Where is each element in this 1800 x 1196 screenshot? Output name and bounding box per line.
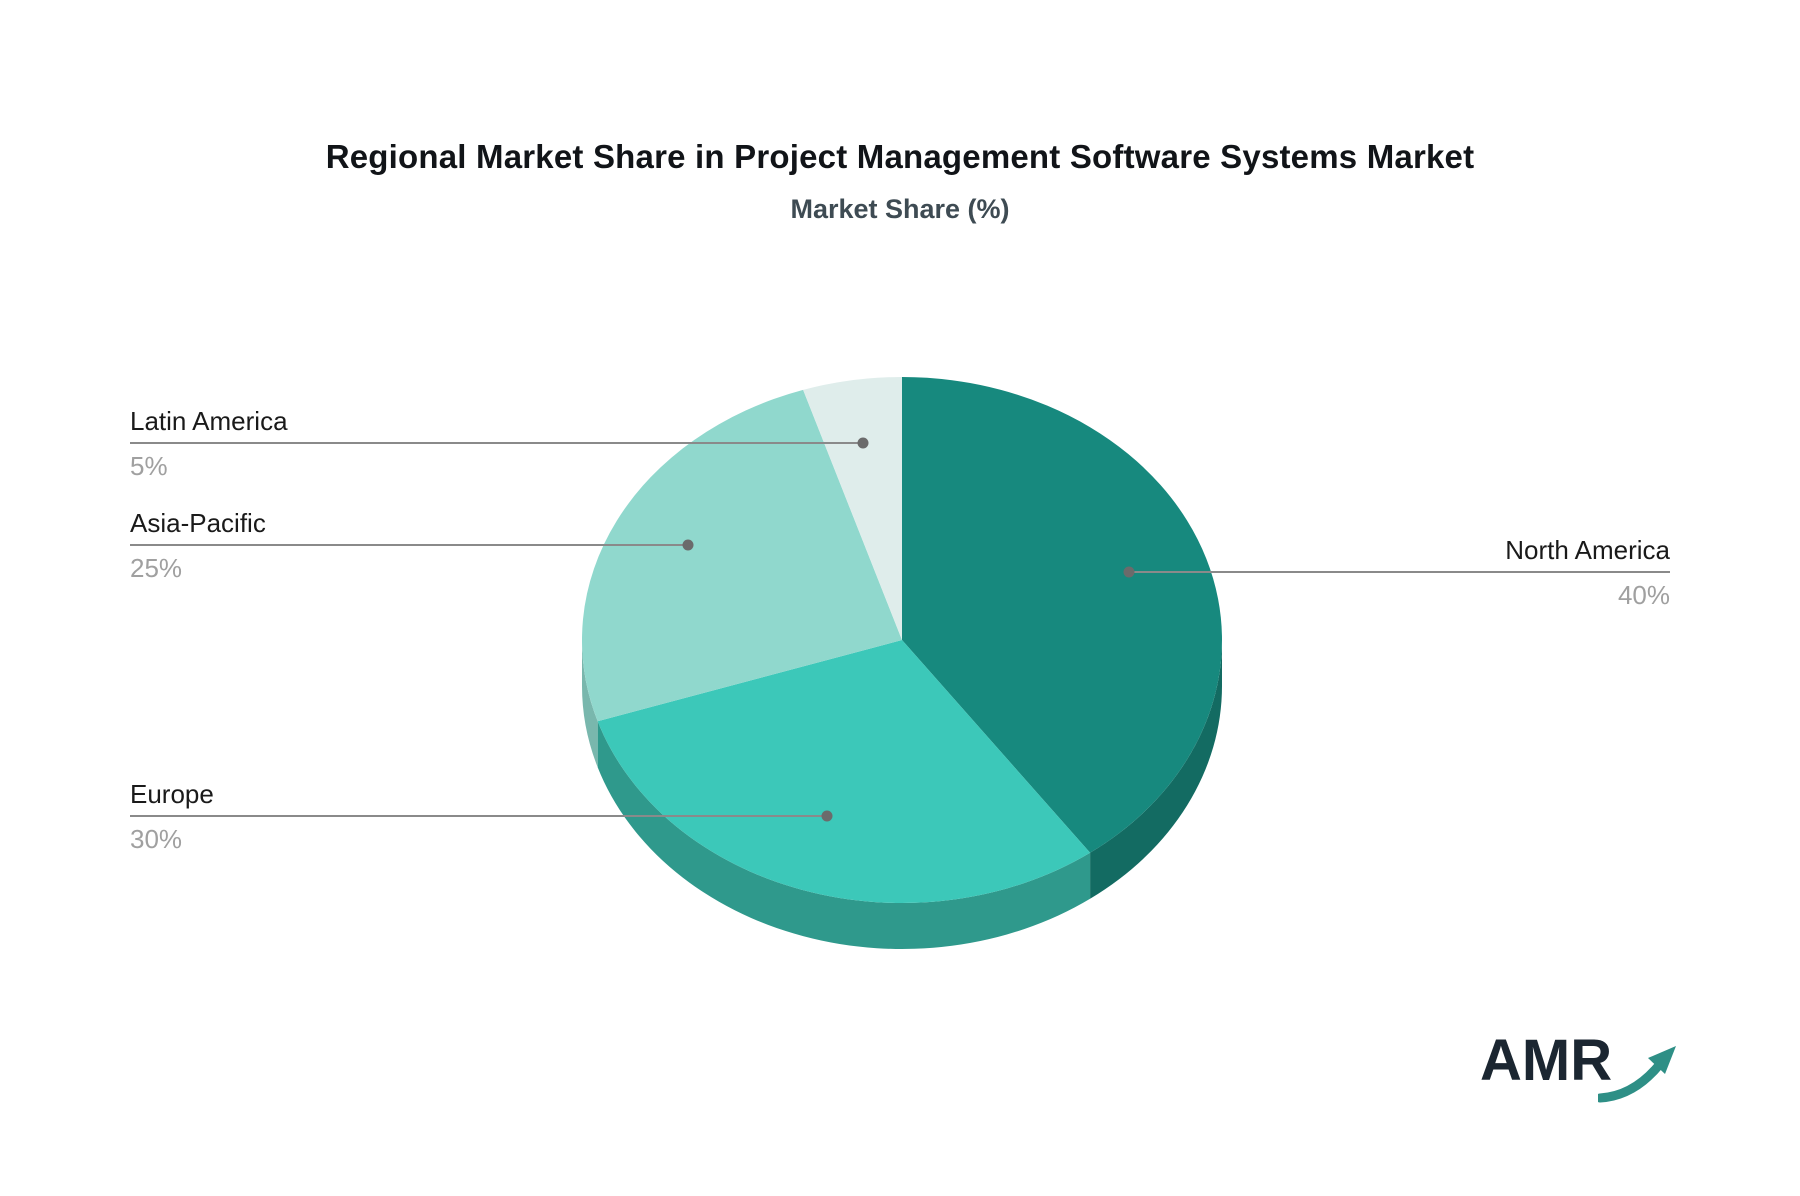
chart-canvas: Regional Market Share in Project Managem… [0, 0, 1800, 1196]
callout-dot-latin-america [857, 437, 869, 449]
callout-dot-europe [821, 810, 833, 822]
callout-value: 25% [130, 553, 183, 583]
amr-logo-arrow-icon [1598, 1046, 1677, 1103]
callout-value: 30% [130, 824, 183, 854]
callout-dot-asia-pacific [682, 539, 694, 551]
callout-label: Europe [130, 779, 214, 809]
callout-europe: Europe 30% [130, 779, 214, 854]
callout-value: 40% [1617, 580, 1670, 610]
callout-latin-america: Latin America 5% [130, 406, 288, 481]
callout-label: Latin America [130, 406, 288, 436]
amr-logo: AMR [1480, 1032, 1690, 1104]
amr-logo-text: AMR [1480, 1028, 1613, 1093]
callout-asia-pacific: Asia-Pacific 25% [130, 508, 266, 583]
callout-north-america: North America 40% [1505, 535, 1670, 610]
callout-label: Asia-Pacific [130, 508, 266, 538]
callout-dot-north-america [1123, 566, 1135, 578]
callout-label: North America [1505, 535, 1670, 565]
callout-value: 5% [130, 451, 168, 481]
